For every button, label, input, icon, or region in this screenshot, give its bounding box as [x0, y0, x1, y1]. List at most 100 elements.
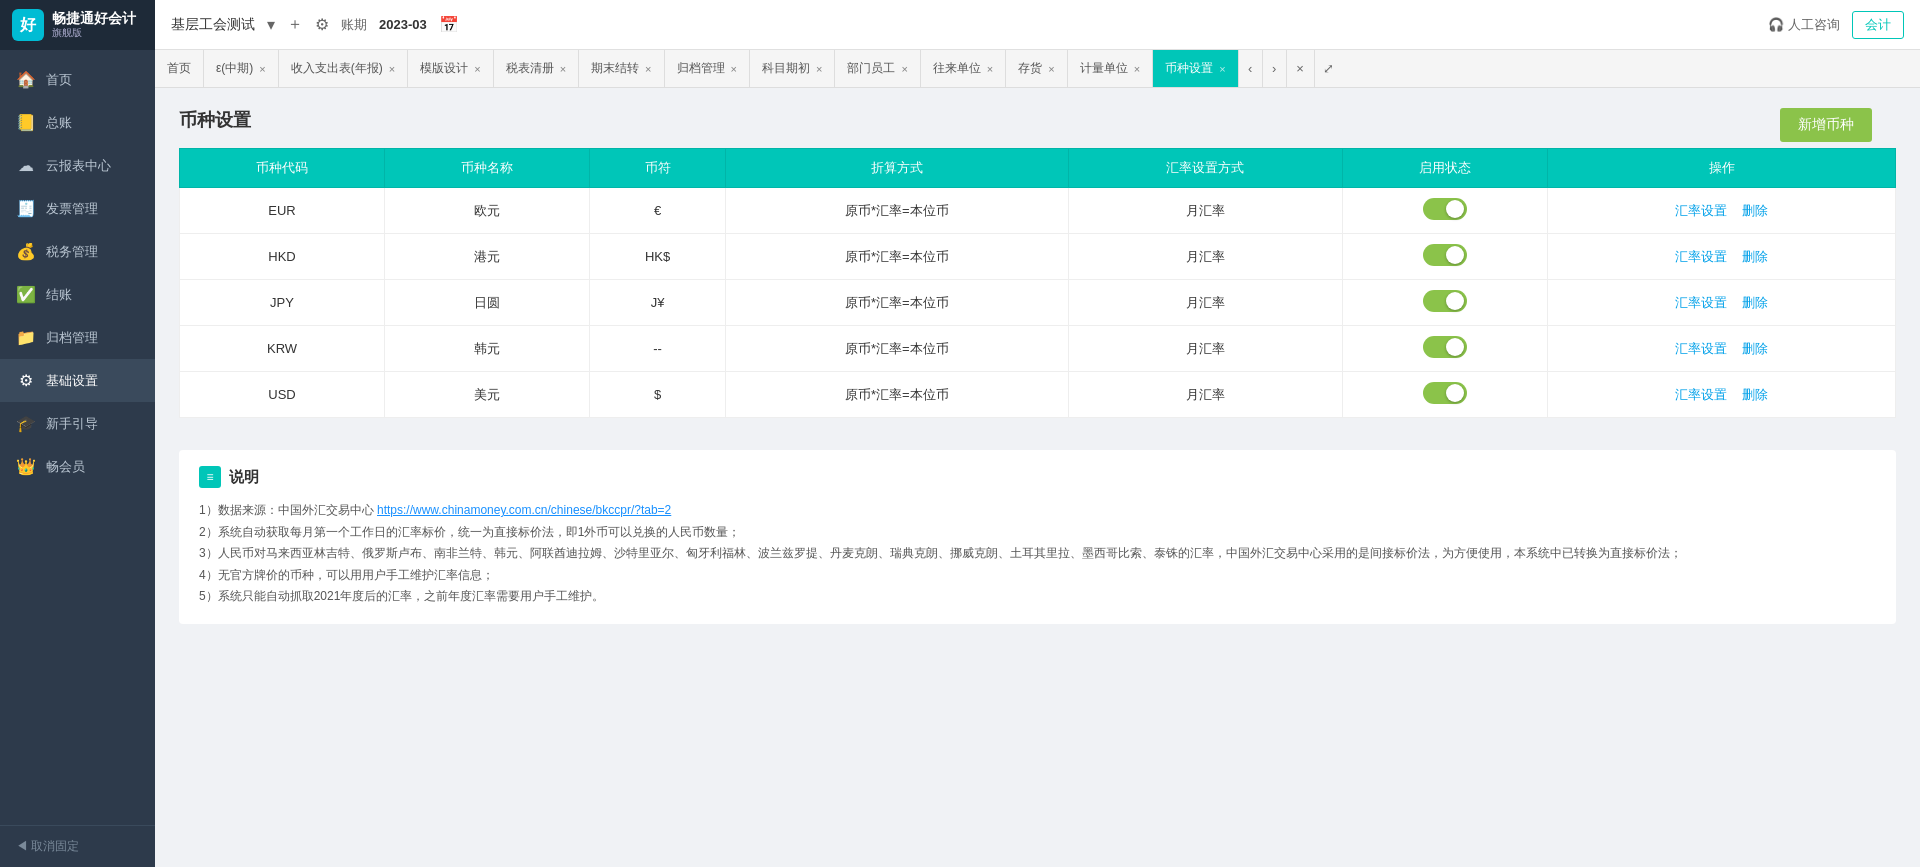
calc-cell: 原币*汇率=本位币: [725, 188, 1068, 234]
sidebar-toggle[interactable]: ◀ 取消固定: [0, 825, 155, 867]
tab-close-9[interactable]: ×: [987, 63, 993, 75]
rate-setting-link-4[interactable]: 汇率设置: [1675, 387, 1727, 402]
tab-close-3[interactable]: ×: [474, 63, 480, 75]
sidebar-item-发票管理[interactable]: 🧾发票管理: [0, 187, 155, 230]
symbol-cell: --: [590, 326, 726, 372]
company-dropdown-icon[interactable]: ▾: [267, 15, 275, 34]
tab-close-7[interactable]: ×: [816, 63, 822, 75]
tab-税表清册[interactable]: 税表清册×: [494, 50, 579, 88]
rate-setting-link-0[interactable]: 汇率设置: [1675, 203, 1727, 218]
tab-往来单位[interactable]: 往来单位×: [921, 50, 1006, 88]
tab-close-5[interactable]: ×: [645, 63, 651, 75]
code-cell: EUR: [180, 188, 385, 234]
nav-icon-6: 📁: [16, 328, 36, 347]
note-item-3: 4）无官方牌价的币种，可以用用户手工维护汇率信息；: [199, 565, 1876, 587]
tab-ε(中期)[interactable]: ε(中期)×: [204, 50, 279, 88]
consulting-label: 人工咨询: [1788, 16, 1840, 34]
enable-toggle-4[interactable]: [1423, 382, 1467, 404]
delete-link-2[interactable]: 删除: [1742, 295, 1768, 310]
tab-close-11[interactable]: ×: [1134, 63, 1140, 75]
sidebar-item-税务管理[interactable]: 💰税务管理: [0, 230, 155, 273]
action-cell: 汇率设置 删除: [1548, 372, 1896, 418]
sidebar-item-基础设置[interactable]: ⚙ 基础设置: [0, 359, 155, 402]
rate-setting-link-3[interactable]: 汇率设置: [1675, 341, 1727, 356]
tab-科目期初[interactable]: 科目期初×: [750, 50, 835, 88]
page-title: 币种设置: [179, 108, 1896, 132]
tab-expand-btn[interactable]: ⤢: [1315, 50, 1343, 88]
tab-close-2[interactable]: ×: [389, 63, 395, 75]
settings-icon[interactable]: ⚙: [315, 15, 329, 34]
rate-setting-link-2[interactable]: 汇率设置: [1675, 295, 1727, 310]
enable-toggle-1[interactable]: [1423, 244, 1467, 266]
tab-close-12[interactable]: ×: [1219, 63, 1225, 75]
table-row: JPY日圆J¥原币*汇率=本位币月汇率 汇率设置 删除: [180, 280, 1896, 326]
period-label: 账期: [341, 16, 367, 34]
delete-link-3[interactable]: 删除: [1742, 341, 1768, 356]
tab-期末结转[interactable]: 期末结转×: [579, 50, 664, 88]
main-area: 基层工会测试 ▾ ＋ ⚙ 账期 2023-03 📅 🎧 人工咨询 会计 首页ε(…: [155, 0, 1920, 867]
sidebar-item-首页[interactable]: 🏠首页: [0, 58, 155, 101]
consulting-btn[interactable]: 🎧 人工咨询: [1768, 16, 1840, 34]
tab-币种设置[interactable]: 币种设置×: [1153, 50, 1238, 88]
symbol-cell: $: [590, 372, 726, 418]
nav-label-1: 总账: [46, 114, 72, 132]
tab-首页[interactable]: 首页: [155, 50, 204, 88]
delete-link-4[interactable]: 删除: [1742, 387, 1768, 402]
page-header: 币种设置 新增币种: [179, 108, 1896, 132]
account-button[interactable]: 会计: [1852, 11, 1904, 39]
note-item-1: 2）系统自动获取每月第一个工作日的汇率标价，统一为直接标价法，即1外币可以兑换的…: [199, 522, 1876, 544]
sidebar-toggle-label: ◀ 取消固定: [16, 838, 79, 855]
delete-link-1[interactable]: 删除: [1742, 249, 1768, 264]
notes-url-link[interactable]: https://www.chinamoney.com.cn/chinese/bk…: [377, 503, 671, 517]
sidebar-item-归档管理[interactable]: 📁 归档管理: [0, 316, 155, 359]
tab-next-btn[interactable]: ›: [1263, 50, 1287, 88]
notes-section: ≡ 说明 1）数据来源：中国外汇交易中心 https://www.chinamo…: [179, 450, 1896, 624]
currency-table: 币种代码币种名称币符折算方式汇率设置方式启用状态操作 EUR欧元€原币*汇率=本…: [179, 148, 1896, 418]
tab-close-4[interactable]: ×: [560, 63, 566, 75]
enable-toggle-3[interactable]: [1423, 336, 1467, 358]
nav-icon-7: ⚙: [16, 371, 36, 390]
col-header-币种名称: 币种名称: [385, 149, 590, 188]
delete-link-0[interactable]: 删除: [1742, 203, 1768, 218]
calendar-icon[interactable]: 📅: [439, 15, 459, 34]
enable-toggle-0[interactable]: [1423, 198, 1467, 220]
sidebar-item-结账[interactable]: ✅结账: [0, 273, 155, 316]
tab-label-0: 首页: [167, 60, 191, 77]
code-cell: KRW: [180, 326, 385, 372]
enable-toggle-2[interactable]: [1423, 290, 1467, 312]
sidebar-item-畅会员[interactable]: 👑畅会员: [0, 445, 155, 488]
rate-type-cell: 月汇率: [1068, 326, 1342, 372]
note-item-2: 3）人民币对马来西亚林吉特、俄罗斯卢布、南非兰特、韩元、阿联酋迪拉姆、沙特里亚尔…: [199, 543, 1876, 565]
rate-setting-link-1[interactable]: 汇率设置: [1675, 249, 1727, 264]
toggle-cell: [1342, 326, 1547, 372]
nav-icon-3: 🧾: [16, 199, 36, 218]
sidebar-item-云报表中心[interactable]: ☁云报表中心: [0, 144, 155, 187]
tab-close-6[interactable]: ×: [731, 63, 737, 75]
tab-close-all-btn[interactable]: ×: [1287, 50, 1315, 88]
tab-存货[interactable]: 存货×: [1006, 50, 1067, 88]
tab-close-10[interactable]: ×: [1048, 63, 1054, 75]
new-currency-button[interactable]: 新增币种: [1780, 108, 1872, 142]
sidebar-item-新手引导[interactable]: 🎓新手引导: [0, 402, 155, 445]
table-row: EUR欧元€原币*汇率=本位币月汇率 汇率设置 删除: [180, 188, 1896, 234]
nav-label-6: 归档管理: [46, 329, 98, 347]
add-tab-icon[interactable]: ＋: [287, 14, 303, 35]
tab-close-8[interactable]: ×: [901, 63, 907, 75]
tab-prev-btn[interactable]: ‹: [1239, 50, 1263, 88]
action-cell: 汇率设置 删除: [1548, 326, 1896, 372]
rate-type-cell: 月汇率: [1068, 234, 1342, 280]
tab-归档管理[interactable]: 归档管理×: [665, 50, 750, 88]
tab-label-3: 模版设计: [420, 60, 468, 77]
toggle-cell: [1342, 234, 1547, 280]
tab-close-1[interactable]: ×: [259, 63, 265, 75]
tab-收入支出表(年报)[interactable]: 收入支出表(年报)×: [279, 50, 408, 88]
sidebar-item-总账[interactable]: 📒总账: [0, 101, 155, 144]
tab-部门员工[interactable]: 部门员工×: [835, 50, 920, 88]
nav-label-7: 基础设置: [46, 372, 98, 390]
content-area: 币种设置 新增币种 币种代码币种名称币符折算方式汇率设置方式启用状态操作 EUR…: [155, 88, 1920, 867]
table-row: HKD港元HK$原币*汇率=本位币月汇率 汇率设置 删除: [180, 234, 1896, 280]
tab-计量单位[interactable]: 计量单位×: [1068, 50, 1153, 88]
action-cell: 汇率设置 删除: [1548, 188, 1896, 234]
name-cell: 欧元: [385, 188, 590, 234]
tab-模版设计[interactable]: 模版设计 ×: [408, 50, 493, 88]
